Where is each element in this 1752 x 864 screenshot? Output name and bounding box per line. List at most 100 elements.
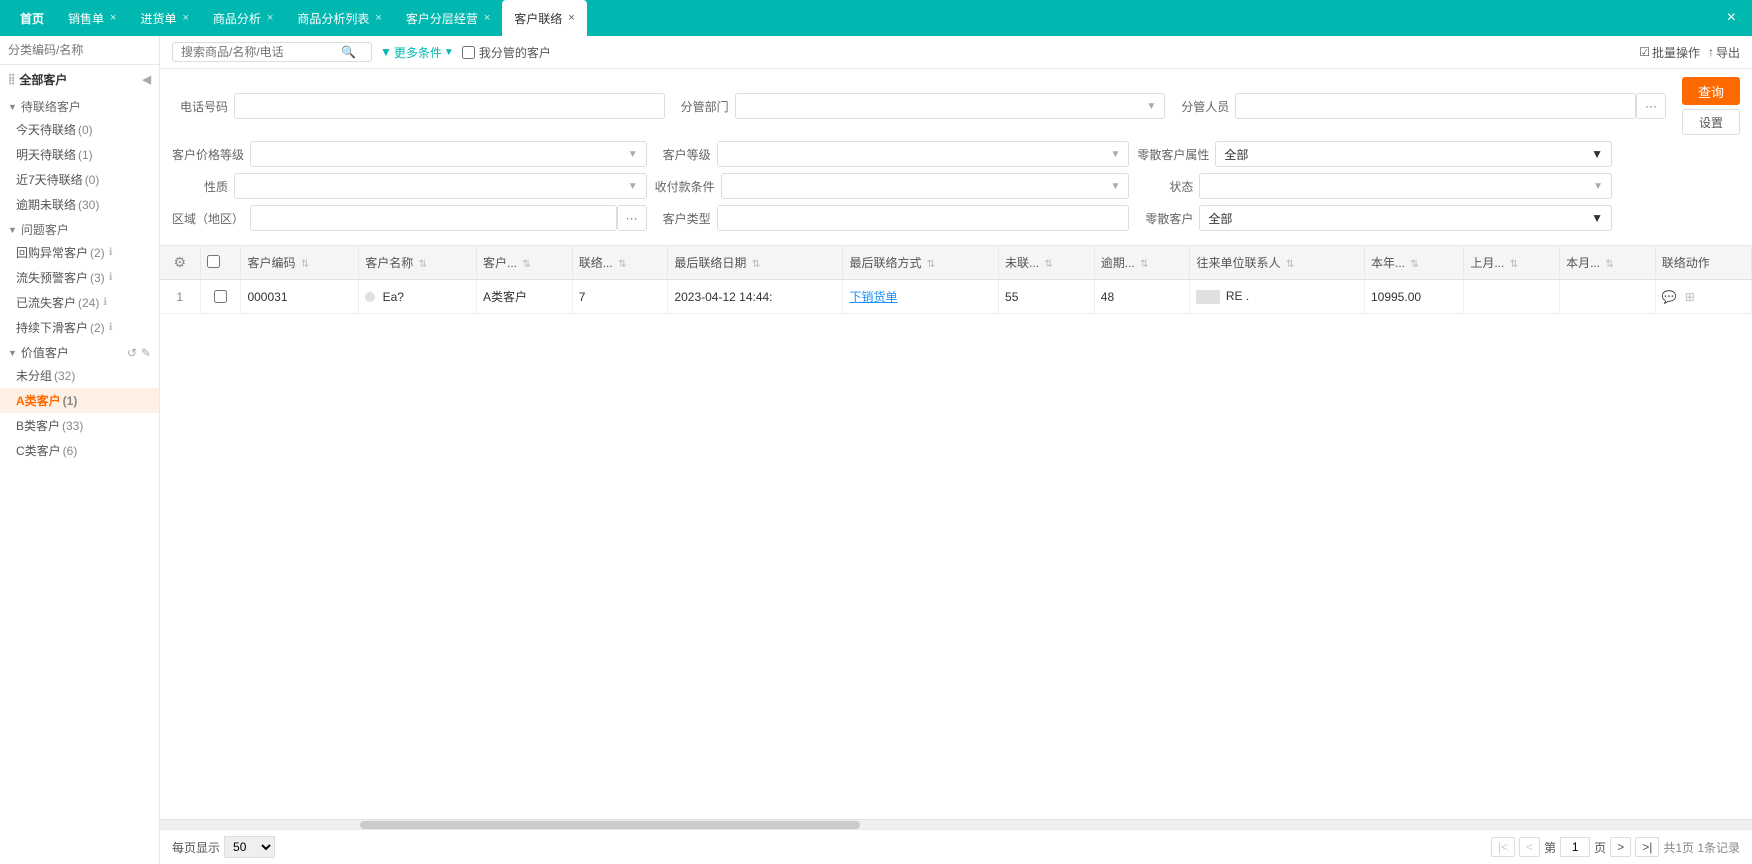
cell-this-month — [1560, 280, 1656, 314]
sidebar-item-class-a[interactable]: A类客户 (1) — [0, 388, 159, 413]
close-sales-tab[interactable]: × — [110, 12, 116, 24]
sidebar-group-value[interactable]: ▼ 价值客户 ↺ ✎ — [0, 340, 159, 363]
first-page-button[interactable]: |< — [1491, 837, 1515, 857]
chat-icon[interactable]: 💬 — [1662, 290, 1677, 304]
company-contact-tag — [1196, 290, 1220, 304]
tab-purchase[interactable]: 进货单 × — [128, 0, 200, 36]
col-last-contact-method[interactable]: 最后联络方式 ⇅ — [843, 246, 999, 280]
sort-last-contact-method: ⇅ — [927, 259, 935, 270]
sidebar-group-pending[interactable]: ▼ 待联络客户 — [0, 94, 159, 117]
edit-icon[interactable]: ✎ — [141, 346, 151, 360]
refresh-icon[interactable]: ↺ — [127, 346, 137, 360]
contact-method-link[interactable]: 下销货单 — [849, 290, 897, 304]
info-icon-declining: ℹ — [109, 322, 113, 333]
sidebar-item-class-b[interactable]: B类客户 (33) — [0, 413, 159, 438]
qr-icon[interactable]: ⊞ — [1685, 290, 1695, 304]
tab-product-analysis[interactable]: 商品分析 × — [201, 0, 285, 36]
col-contact-count[interactable]: 联络... ⇅ — [572, 246, 668, 280]
col-customer-code[interactable]: 客户编码 ⇅ — [241, 246, 359, 280]
horizontal-scrollbar[interactable] — [160, 819, 1752, 829]
sidebar-item-unsorted[interactable]: 未分组 (32) — [0, 363, 159, 388]
cell-checkbox[interactable] — [200, 280, 241, 314]
page-size-select[interactable]: 50 100 200 — [224, 836, 275, 858]
region-dots-button[interactable]: ··· — [617, 205, 647, 231]
filter-row-4: 区域（地区） ··· 客户类型 零散客户 全部 ▼ — [172, 205, 1740, 231]
filter-my-customers[interactable]: 我分管的客户 — [462, 44, 551, 61]
col-last-month[interactable]: 上月... ⇅ — [1464, 246, 1560, 280]
sidebar-item-week[interactable]: 近7天待联络 (0) — [0, 167, 159, 192]
col-not-contacted[interactable]: 未联... ⇅ — [999, 246, 1095, 280]
nature-select[interactable]: ▼ — [234, 173, 647, 199]
batch-operation-button[interactable]: ☑ 批量操作 — [1639, 44, 1700, 61]
row-checkbox[interactable] — [214, 290, 227, 303]
retail-attr-select[interactable]: 全部 ▼ — [1215, 141, 1612, 167]
table-area: ⚙ 客户编码 ⇅ 客户名称 ⇅ — [160, 246, 1752, 819]
col-customer-name[interactable]: 客户名称 ⇅ — [359, 246, 477, 280]
sidebar-search-input[interactable] — [8, 43, 160, 57]
settings-button[interactable]: 设置 — [1682, 109, 1740, 135]
select-all-checkbox[interactable] — [207, 255, 220, 268]
tab-home[interactable]: 首页 — [8, 0, 56, 36]
customer-grade-select[interactable]: ▼ — [717, 141, 1130, 167]
scrollbar-thumb[interactable] — [360, 821, 860, 829]
cell-contact-count: 7 — [572, 280, 668, 314]
table-settings-icon[interactable]: ⚙ — [173, 254, 186, 270]
col-customer-grade[interactable]: 客户... ⇅ — [476, 246, 572, 280]
close-product-analysis-tab[interactable]: × — [267, 12, 273, 24]
status-select[interactable]: ▼ — [1199, 173, 1612, 199]
cell-last-contact-method[interactable]: 下销货单 — [843, 280, 999, 314]
col-overdue[interactable]: 逾期... ⇅ — [1094, 246, 1190, 280]
col-this-month[interactable]: 本月... ⇅ — [1560, 246, 1656, 280]
close-customer-contact-tab[interactable]: × — [568, 12, 574, 24]
customer-grade-chevron: ▼ — [1110, 149, 1120, 160]
dept-select[interactable]: ▼ — [735, 93, 1166, 119]
last-page-button[interactable]: >| — [1635, 837, 1659, 857]
collapse-sidebar-icon[interactable]: ◀ — [143, 73, 151, 86]
tab-customer-contact[interactable]: 客户联络 × — [502, 0, 586, 36]
sidebar-group-problem[interactable]: ▼ 问题客户 — [0, 217, 159, 240]
col-company-contact[interactable]: 往来单位联系人 ⇅ — [1190, 246, 1365, 280]
close-customer-segment-tab[interactable]: × — [484, 12, 490, 24]
sidebar-all-customers[interactable]: ⣿ 全部客户 ◀ — [0, 65, 159, 94]
sidebar-item-repurchase[interactable]: 回购异常客户 (2) ℹ — [0, 240, 159, 265]
query-button[interactable]: 查询 — [1682, 77, 1740, 105]
tab-product-analysis-list[interactable]: 商品分析列表 × — [285, 0, 393, 36]
close-product-analysis-list-tab[interactable]: × — [375, 12, 381, 24]
sidebar-item-today[interactable]: 今天待联络 (0) — [0, 117, 159, 142]
customer-type-input[interactable] — [717, 205, 1130, 231]
tab-customer-segment[interactable]: 客户分层经营 × — [394, 0, 502, 36]
page-number-input[interactable] — [1560, 837, 1590, 857]
filter-customer-grade: 客户等级 ▼ — [655, 141, 1130, 167]
next-page-button[interactable]: > — [1610, 837, 1631, 857]
prev-page-button[interactable]: < — [1519, 837, 1540, 857]
phone-input[interactable] — [234, 93, 665, 119]
my-customers-checkbox[interactable] — [462, 46, 475, 59]
sidebar-item-lost-predicted[interactable]: 流失预警客户 (3) ℹ — [0, 265, 159, 290]
price-grade-select[interactable]: ▼ — [250, 141, 647, 167]
person-select[interactable] — [1235, 93, 1636, 119]
person-dots-button[interactable]: ··· — [1636, 93, 1666, 119]
sidebar-item-class-c[interactable]: C类客户 (6) — [0, 438, 159, 463]
col-last-contact-date[interactable]: 最后联络日期 ⇅ — [668, 246, 843, 280]
region-select[interactable] — [250, 205, 617, 231]
filter-icon: ▼ — [380, 45, 392, 59]
close-all-tabs[interactable]: × — [1719, 9, 1744, 27]
filter-search-input[interactable] — [181, 45, 341, 59]
export-button[interactable]: ↑ 导出 — [1708, 44, 1740, 61]
sidebar-item-declining[interactable]: 持续下滑客户 (2) ℹ — [0, 315, 159, 340]
cell-this-year: 10995.00 — [1364, 280, 1463, 314]
payment-select[interactable]: ▼ — [721, 173, 1130, 199]
tab-sales[interactable]: 销售单 × — [56, 0, 128, 36]
close-purchase-tab[interactable]: × — [182, 12, 188, 24]
sidebar-item-overdue-contact[interactable]: 逾期未联络 (30) — [0, 192, 159, 217]
filter-phone: 电话号码 — [172, 93, 665, 119]
col-settings[interactable]: ⚙ — [160, 246, 200, 280]
retail-customer-select[interactable]: 全部 ▼ — [1199, 205, 1612, 231]
sidebar-item-tomorrow[interactable]: 明天待联络 (1) — [0, 142, 159, 167]
table-footer: 每页显示 50 100 200 |< < 第 页 > >| 共1页 1条记录 — [160, 829, 1752, 864]
col-checkbox[interactable] — [200, 246, 241, 280]
filter-more-conditions[interactable]: ▼ 更多条件 ▼ — [380, 44, 454, 61]
cell-customer-grade: A类客户 — [476, 280, 572, 314]
sidebar-item-already-lost[interactable]: 已流失客户 (24) ℹ — [0, 290, 159, 315]
col-this-year[interactable]: 本年... ⇅ — [1364, 246, 1463, 280]
